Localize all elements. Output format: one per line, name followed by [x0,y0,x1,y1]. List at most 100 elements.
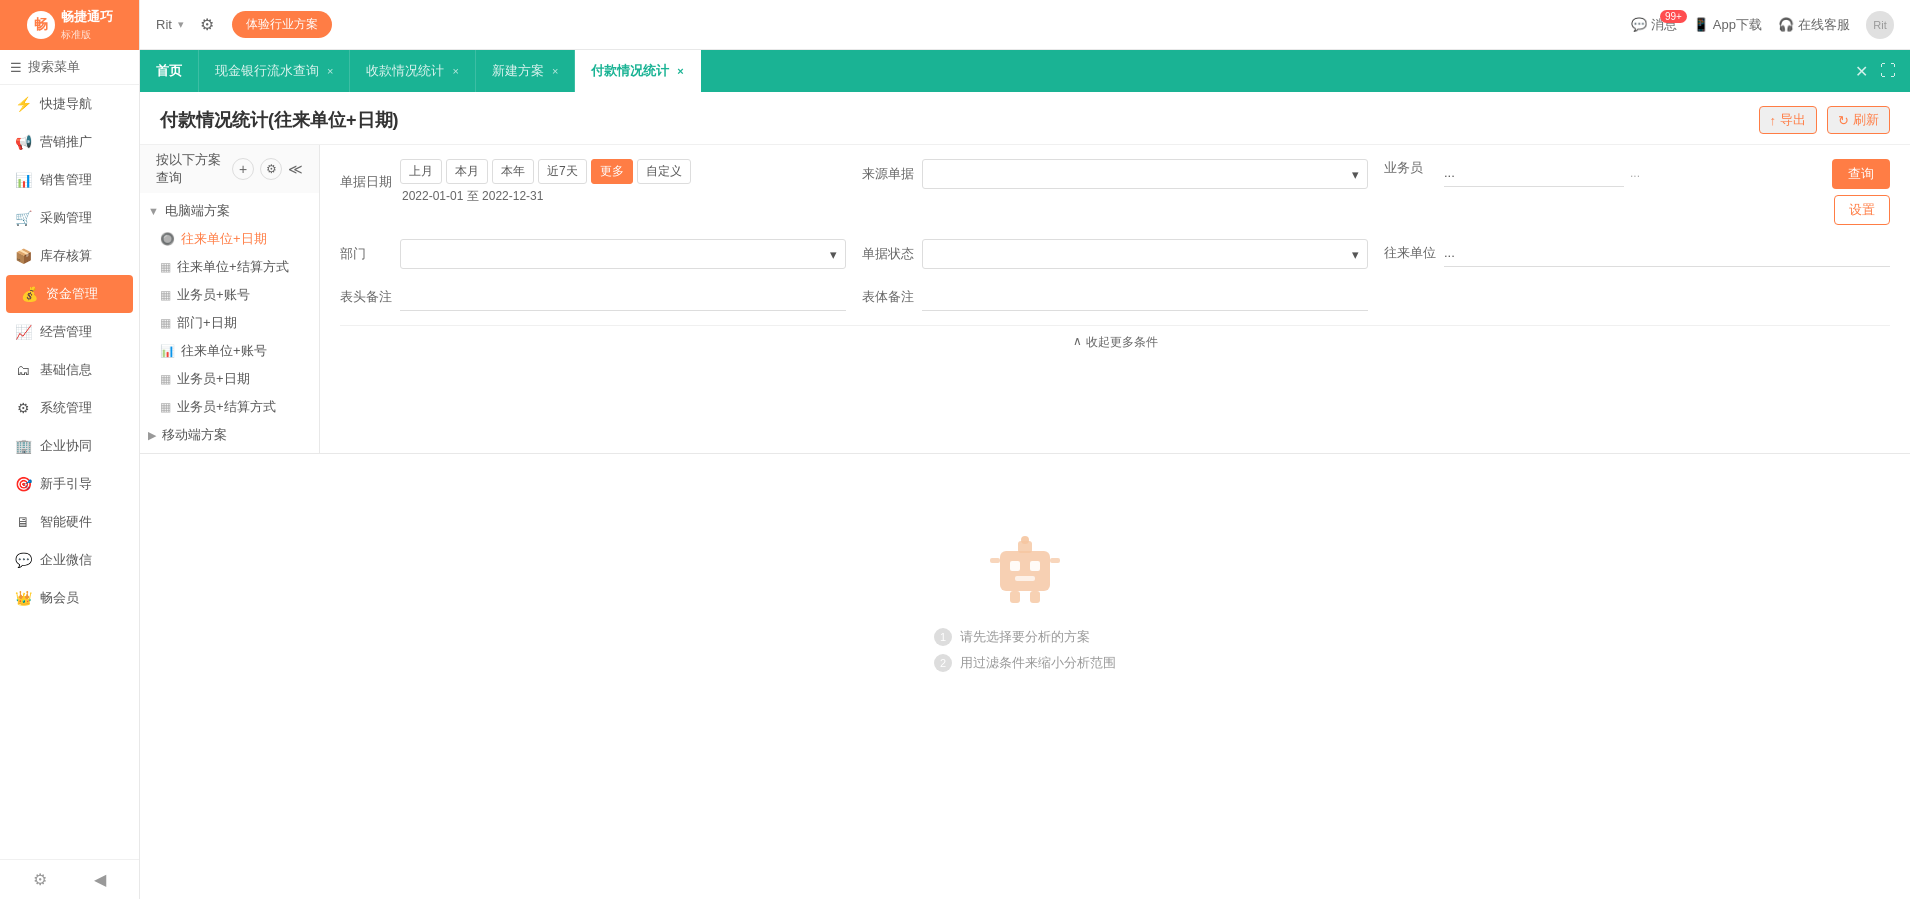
salesperson-input[interactable] [1444,159,1624,187]
scheme-item-label: 往来单位+日期 [181,230,267,248]
tab-close-all-btn[interactable]: ✕ [1851,58,1872,85]
scheme-item-unit-date[interactable]: 🔘 往来单位+日期 [140,225,319,253]
logo-icon: 畅 [27,11,55,39]
sidebar-item-marketing[interactable]: 📢 营销推广 [0,123,139,161]
sidebar-item-hardware[interactable]: 🖥 智能硬件 [0,503,139,541]
scheme-item-unit-settle[interactable]: ▦ 往来单位+结算方式 [140,253,319,281]
user-dropdown-arrow[interactable]: ▾ [178,18,184,31]
user-avatar[interactable]: Rit [1866,11,1894,39]
tab-bank-flow[interactable]: 现金银行流水查询 × [199,50,350,92]
empty-state-illustration [975,516,1075,616]
sidebar-item-basic-info[interactable]: 🗂 基础信息 [0,351,139,389]
scheme-item-label: 部门+日期 [177,314,237,332]
date-range-area: 上月 本月 本年 近7天 更多 自定义 2022-01-01 至 2022-12… [400,159,691,205]
sidebar-item-inventory[interactable]: 📦 库存核算 [0,237,139,275]
dept-label: 部门 [340,245,392,263]
scheme-gear-btn[interactable]: ⚙ [260,158,282,180]
svg-rect-3 [1015,576,1035,581]
source-bill-content: ▾ [922,159,1368,189]
header-remark-content [400,283,846,311]
scheme-item-label: 业务员+日期 [177,370,250,388]
topbar-settings-icon[interactable]: ⚙ [200,15,214,34]
scheme-section-pc: ▼ 电脑端方案 🔘 往来单位+日期 ▦ 往来单位+结算方式 [140,197,319,421]
bill-status-arrow: ▾ [1352,247,1359,262]
source-bill-label: 来源单据 [862,165,914,183]
bill-status-content: ▾ [922,239,1368,269]
scheme-item-unit-account[interactable]: 📊 往来单位+账号 [140,337,319,365]
online-service-action[interactable]: 🎧 在线客服 [1778,16,1850,34]
scheme-section-pc-header[interactable]: ▼ 电脑端方案 [140,197,319,225]
dept-arrow: ▾ [830,247,837,262]
sidebar-item-quick-nav[interactable]: ⚡ 快捷导航 [0,85,139,123]
tab-expand-btn[interactable]: ⛶ [1876,58,1900,84]
tab-bank-flow-close[interactable]: × [327,65,333,77]
tab-payment-stats[interactable]: 付款情况统计 × [575,50,700,92]
export-btn[interactable]: ↑ 导出 [1759,106,1818,134]
scheme-add-btn[interactable]: + [232,158,254,180]
search-menu[interactable]: ☰ 搜索菜单 [0,50,139,85]
tab-new-scheme[interactable]: 新建方案 × [476,50,575,92]
scheme-item-staff-date[interactable]: ▦ 业务员+日期 [140,365,319,393]
tabbar-actions: ✕ ⛶ [1851,58,1910,85]
date-btn-this-year[interactable]: 本年 [492,159,534,184]
collapse-label: 收起更多条件 [1086,334,1158,351]
tab-receipt-stats[interactable]: 收款情况统计 × [350,50,475,92]
app-download-action[interactable]: 📱 App下载 [1693,16,1762,34]
scheme-chart-icon: 📊 [160,344,175,358]
query-area-label: 按以下方案查询 [156,151,232,187]
scheme-item-dept-date[interactable]: ▦ 部门+日期 [140,309,319,337]
query-btn[interactable]: 查询 [1832,159,1890,189]
date-btn-custom[interactable]: 自定义 [637,159,691,184]
trial-btn[interactable]: 体验行业方案 [232,11,332,38]
sidebar-item-finance[interactable]: 💰 资金管理 [6,275,133,313]
sidebar-item-operation[interactable]: 📈 经营管理 [0,313,139,351]
download-icon: 📱 [1693,17,1709,32]
partner-input[interactable] [1444,239,1890,267]
tabbar: 首页 现金银行流水查询 × 收款情况统计 × 新建方案 × 付款情况统计 × ✕… [140,50,1910,92]
date-btns-row: 上月 本月 本年 近7天 更多 自定义 [400,159,691,184]
date-btn-last-7-days[interactable]: 近7天 [538,159,587,184]
notifications-action[interactable]: 💬 消息 99+ [1631,16,1677,34]
tab-receipt-stats-close[interactable]: × [452,65,458,77]
collapse-sidebar-btn[interactable]: ◀ [94,870,106,889]
sidebar-item-wechat[interactable]: 💬 企业微信 [0,541,139,579]
quick-nav-icon: ⚡ [14,95,32,113]
dept-select[interactable]: ▾ [400,239,846,269]
source-bill-select[interactable]: ▾ [922,159,1368,189]
edition-tag: 标准版 [61,28,113,42]
page-header: 付款情况统计(往来单位+日期) ↑ 导出 ↻ 刷新 [140,92,1910,145]
sidebar-item-vip[interactable]: 👑 畅会员 [0,579,139,617]
sidebar-item-purchase[interactable]: 🛒 采购管理 [0,199,139,237]
date-btn-last-month[interactable]: 上月 [400,159,442,184]
body-remark-input[interactable] [922,283,1368,311]
tab-home-label: 首页 [156,62,182,80]
scheme-section-mobile-header[interactable]: ▶ 移动端方案 [140,421,319,449]
scheme-item-staff-account[interactable]: ▦ 业务员+账号 [140,281,319,309]
settings-footer-btn[interactable]: ⚙ [33,870,47,889]
scheme-icon: ▦ [160,288,171,302]
content-wrapper: 付款情况统计(往来单位+日期) ↑ 导出 ↻ 刷新 按 [140,92,1910,899]
date-btn-this-month[interactable]: 本月 [446,159,488,184]
header-remark-input[interactable] [400,283,846,311]
scheme-section-mobile: ▶ 移动端方案 [140,421,319,449]
date-btn-more[interactable]: 更多 [591,159,633,184]
svg-rect-2 [1030,561,1040,571]
tab-new-scheme-close[interactable]: × [552,65,558,77]
sidebar-item-sys-mgmt[interactable]: ⚙ 系统管理 [0,389,139,427]
filter-area: 单据日期 上月 本月 本年 近7天 更多 自定义 [320,145,1910,453]
tab-home[interactable]: 首页 [140,50,199,92]
settings-btn[interactable]: 设置 [1834,195,1890,225]
sidebar-item-enterprise[interactable]: 🏢 企业协同 [0,427,139,465]
enterprise-icon: 🏢 [14,437,32,455]
sidebar-item-guide[interactable]: 🎯 新手引导 [0,465,139,503]
svg-rect-1 [1010,561,1020,571]
bill-status-select[interactable]: ▾ [922,239,1368,269]
sidebar-item-sales[interactable]: 📊 销售管理 [0,161,139,199]
collapse-conditions-btn[interactable]: ∧ 收起更多条件 [340,325,1890,359]
scheme-item-staff-settle[interactable]: ▦ 业务员+结算方式 [140,393,319,421]
body-remark-label: 表体备注 [862,288,914,306]
tab-payment-stats-close[interactable]: × [677,65,683,77]
partner-label: 往来单位 [1384,244,1436,262]
refresh-btn[interactable]: ↻ 刷新 [1827,106,1890,134]
scheme-collapse-btn[interactable]: ≪ [288,161,303,177]
